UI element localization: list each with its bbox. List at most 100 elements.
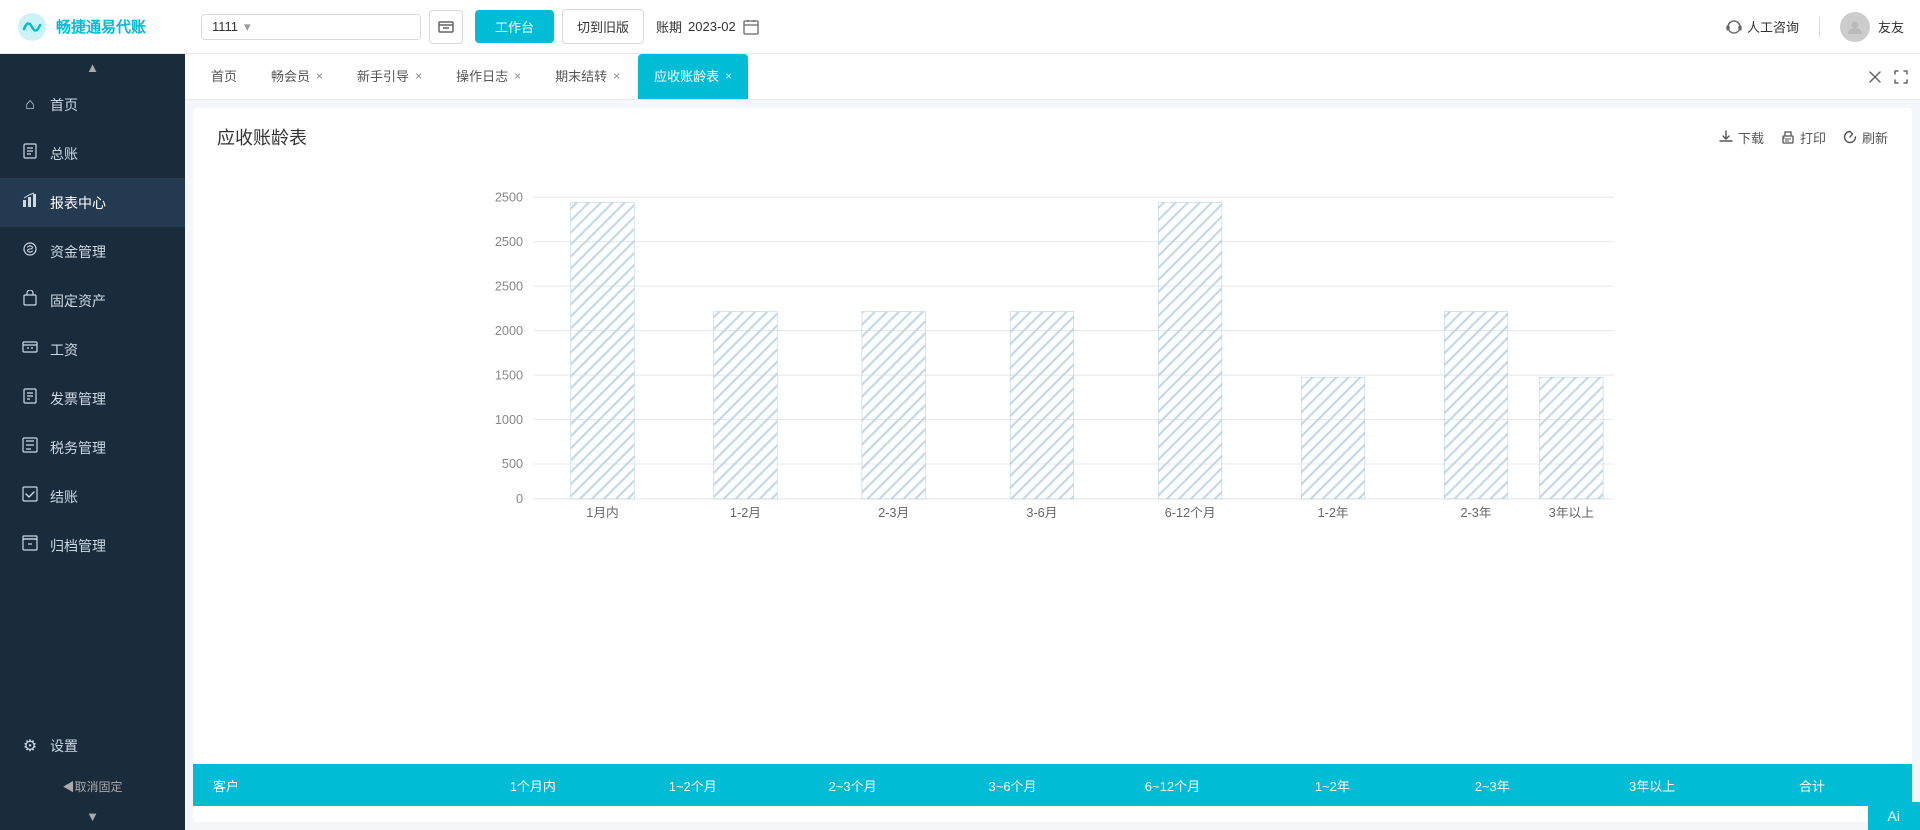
tab-aging-close[interactable]: × [725,69,732,83]
close-all-icon[interactable] [1866,68,1884,86]
bar-6-12月[interactable] [1158,202,1222,498]
company-select[interactable]: 1111 ▾ [201,14,421,40]
support-label: 人工咨询 [1747,17,1799,36]
header-right: 人工咨询 友友 [1725,12,1904,42]
print-icon [1780,129,1796,145]
bar-2-3年[interactable] [1444,312,1508,499]
tab-vip-label: 畅会员 [271,66,310,85]
tab-vip[interactable]: 畅会员 × [255,54,339,99]
aging-chart: 2500 2500 2500 2000 1500 1000 500 0 [217,176,1888,536]
sidebar-item-archive[interactable]: 归档管理 [0,521,185,570]
chart-container: 2500 2500 2500 2000 1500 1000 500 0 [217,166,1888,764]
tab-oplog[interactable]: 操作日志 × [440,54,537,99]
th-3year-plus: 3年以上 [1572,776,1732,795]
sidebar-item-funds[interactable]: 资金管理 [0,227,185,276]
sidebar-label-assets: 固定资产 [50,291,106,311]
calendar-icon[interactable] [742,18,760,36]
svg-text:0: 0 [516,492,523,506]
sidebar-item-reports[interactable]: 报表中心 [0,178,185,227]
tab-period-end-label: 期末结转 [555,66,607,85]
svg-text:2500: 2500 [495,190,523,204]
cancel-fixed-btn[interactable]: ◀取消固定 [0,770,185,803]
download-button[interactable]: 下载 [1718,128,1764,147]
sidebar-label-invoice: 发票管理 [50,389,106,409]
sidebar-item-assets[interactable]: 固定资产 [0,276,185,325]
svg-text:3年以上: 3年以上 [1549,506,1594,520]
sidebar-label-settings: 设置 [50,736,78,756]
period-area: 账期 2023-02 [656,17,760,36]
tab-bar: 首页 畅会员 × 新手引导 × 操作日志 × 期末结转 × 应收账龄表 × [185,54,1920,100]
bar-1-2年[interactable] [1301,377,1365,499]
sidebar-label-payroll: 工资 [50,340,78,360]
tab-oplog-label: 操作日志 [456,66,508,85]
bar-3年以上[interactable] [1540,377,1604,499]
top-header: 畅捷通易代账 1111 ▾ 工作台 切到旧版 账期 2023-02 人 [0,0,1920,54]
fullscreen-icon[interactable] [1892,68,1910,86]
sidebar-item-ledger[interactable]: 总账 [0,129,185,178]
sidebar-label-tax: 税务管理 [50,438,106,458]
support-button[interactable]: 人工咨询 [1725,17,1799,36]
tab-period-end[interactable]: 期末结转 × [539,54,636,99]
bar-1月内[interactable] [571,202,635,498]
th-3-6month: 3~6个月 [933,776,1093,795]
divider [1819,17,1820,37]
svg-text:2-3月: 2-3月 [878,506,909,520]
settlement-icon [20,486,40,507]
sidebar-item-payroll[interactable]: 工资 [0,325,185,374]
refresh-button[interactable]: 刷新 [1842,128,1888,147]
tab-vip-close[interactable]: × [316,69,323,83]
period-label: 账期 [656,17,682,36]
cancel-fixed-label: ◀取消固定 [62,778,122,795]
sidebar-scroll-up[interactable]: ▲ [0,54,185,81]
svg-text:6-12个月: 6-12个月 [1165,506,1216,520]
payroll-icon [20,339,40,360]
sidebar-scroll-down[interactable]: ▼ [0,803,185,830]
bar-3-6月[interactable] [1010,312,1074,499]
assets-icon [20,290,40,311]
user-menu[interactable]: 友友 [1840,12,1904,42]
sidebar-item-tax[interactable]: 税务管理 [0,423,185,472]
sidebar-item-invoice[interactable]: 发票管理 [0,374,185,423]
tab-aging[interactable]: 应收账龄表 × [638,54,748,99]
reports-icon [20,192,40,213]
archive-icon [20,535,40,556]
print-button[interactable]: 打印 [1780,128,1826,147]
ai-label[interactable]: Ai [1868,802,1920,830]
tab-period-end-close[interactable]: × [613,69,620,83]
refresh-label: 刷新 [1862,128,1888,147]
workbench-button[interactable]: 工作台 [475,10,554,43]
page-header: 应收账龄表 下载 [217,124,1888,150]
invoice-icon [20,388,40,409]
sidebar-label-ledger: 总账 [50,144,78,164]
svg-text:3-6月: 3-6月 [1026,506,1057,520]
bar-2-3月[interactable] [862,312,926,499]
tab-home[interactable]: 首页 [195,54,253,99]
svg-text:1500: 1500 [495,368,523,382]
sidebar-item-settings[interactable]: ⚙ 设置 [0,722,185,770]
sidebar-item-home[interactable]: ⌂ 首页 [0,81,185,129]
tab-guide-close[interactable]: × [415,69,422,83]
svg-text:2-3年: 2-3年 [1461,506,1492,520]
switch-version-button[interactable]: 切到旧版 [562,9,644,44]
sidebar-label-archive: 归档管理 [50,536,106,556]
bar-1-2月[interactable] [714,312,778,499]
th-6-12month: 6~12个月 [1092,776,1252,795]
ledger-icon [20,143,40,164]
tab-guide[interactable]: 新手引导 × [341,54,438,99]
svg-text:500: 500 [502,457,523,471]
home-icon: ⌂ [20,96,40,114]
th-1month: 1个月内 [453,776,613,795]
svg-text:2500: 2500 [495,235,523,249]
tab-oplog-close[interactable]: × [514,69,521,83]
avatar [1840,12,1870,42]
th-2-3year: 2~3年 [1412,776,1572,795]
company-name: 1111 [212,19,238,34]
sidebar: ▲ ⌂ 首页 总账 报表中心 [0,54,185,830]
tab-bar-actions [1866,68,1910,86]
sidebar-item-settlement[interactable]: 结账 [0,472,185,521]
sidebar-label-settlement: 结账 [50,487,78,507]
svg-text:2500: 2500 [495,279,523,293]
period-value: 2023-02 [688,19,736,34]
svg-text:1-2月: 1-2月 [730,506,761,520]
archive-icon-btn[interactable] [429,10,463,44]
